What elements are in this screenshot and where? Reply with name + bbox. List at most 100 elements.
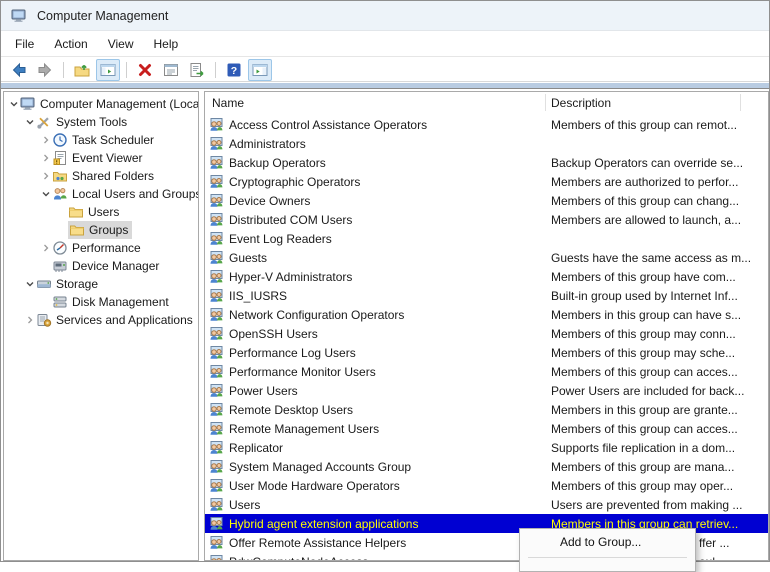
menu-view[interactable]: View — [98, 33, 144, 55]
chevron-expanded-icon[interactable] — [40, 189, 52, 199]
list-item-network-configuration-operators[interactable]: Network Configuration OperatorsMembers i… — [205, 305, 768, 324]
help-icon: ? — [225, 61, 243, 79]
tree-item-local-users-and-groups[interactable]: Local Users and Groups — [4, 185, 198, 203]
column-divider[interactable] — [740, 94, 741, 111]
up-folder-button[interactable] — [70, 59, 94, 81]
show-action-pane-icon — [251, 61, 269, 79]
column-divider[interactable] — [545, 94, 546, 111]
chevron-expanded-icon[interactable] — [24, 279, 36, 289]
menu-help[interactable]: Help — [144, 33, 189, 55]
delete-button[interactable] — [133, 59, 157, 81]
chevron-collapsed-icon[interactable] — [40, 171, 52, 181]
chevron-expanded-icon[interactable] — [24, 117, 36, 127]
group-icon — [208, 174, 224, 190]
group-description: Members of this group may conn... — [551, 327, 736, 341]
export-list-button[interactable] — [185, 59, 209, 81]
column-header-name[interactable]: Name — [205, 96, 545, 110]
group-icon — [208, 307, 224, 323]
chevron-collapsed-icon[interactable] — [40, 135, 52, 145]
computer-management-window: { "window": { "title": "Computer Managem… — [0, 0, 770, 562]
window-title: Computer Management — [37, 9, 168, 23]
tree-item-services-and-applications[interactable]: Services and Applications — [4, 311, 198, 329]
delete-icon — [136, 61, 154, 79]
chevron-expanded-icon[interactable] — [8, 99, 20, 109]
back-icon — [10, 61, 28, 79]
tree-item-groups[interactable]: Groups — [4, 221, 198, 239]
forward-button[interactable] — [33, 59, 57, 81]
group-icon — [208, 459, 224, 475]
group-icon — [208, 155, 224, 171]
list-item-openssh-users[interactable]: OpenSSH UsersMembers of this group may c… — [205, 324, 768, 343]
list-item-performance-monitor-users[interactable]: Performance Monitor UsersMembers of this… — [205, 362, 768, 381]
group-name: Hybrid agent extension applications — [229, 517, 418, 531]
group-name: Offer Remote Assistance Helpers — [229, 536, 406, 550]
help-button[interactable]: ? — [222, 59, 246, 81]
show-console-tree-icon — [99, 61, 117, 79]
storage-icon — [36, 276, 52, 292]
tree-item-system-tools[interactable]: System Tools — [4, 113, 198, 131]
list-item-access-control-assistance-operators[interactable]: Access Control Assistance OperatorsMembe… — [205, 115, 768, 134]
tree-item-task-scheduler[interactable]: Task Scheduler — [4, 131, 198, 149]
list-item-event-log-readers[interactable]: Event Log Readers — [205, 229, 768, 248]
list-item-administrators[interactable]: Administrators — [205, 134, 768, 153]
list-item-power-users[interactable]: Power UsersPower Users are included for … — [205, 381, 768, 400]
list-item-system-managed-accounts-group[interactable]: System Managed Accounts GroupMembers of … — [205, 457, 768, 476]
tree-item-disk-management[interactable]: Disk Management — [4, 293, 198, 311]
group-name: Administrators — [229, 137, 306, 151]
tree-item-label: Storage — [56, 277, 98, 291]
list-item-guests[interactable]: GuestsGuests have the same access as m..… — [205, 248, 768, 267]
group-icon — [208, 497, 224, 513]
back-button[interactable] — [7, 59, 31, 81]
show-console-tree-button[interactable] — [96, 59, 120, 81]
group-description: Members are authorized to perfor... — [551, 175, 738, 189]
list-item-replicator[interactable]: ReplicatorSupports file replication in a… — [205, 438, 768, 457]
column-header-description[interactable]: Description — [545, 96, 768, 110]
list-item-iis-iusrs[interactable]: IIS_IUSRSBuilt-in group used by Internet… — [205, 286, 768, 305]
tree-item-computer-management-local[interactable]: Computer Management (Local — [4, 95, 198, 113]
list-item-backup-operators[interactable]: Backup OperatorsBackup Operators can ove… — [205, 153, 768, 172]
chevron-collapsed-icon[interactable] — [24, 315, 36, 325]
group-name: PdwComputeNodeAccess — [229, 555, 368, 561]
group-name: Distributed COM Users — [229, 213, 352, 227]
list-item-remote-desktop-users[interactable]: Remote Desktop UsersMembers in this grou… — [205, 400, 768, 419]
title-bar[interactable]: Computer Management — [1, 1, 769, 31]
group-icon — [208, 345, 224, 361]
group-icon — [208, 117, 224, 133]
disk-management-icon — [52, 294, 68, 310]
tree-item-event-viewer[interactable]: Event Viewer — [4, 149, 198, 167]
group-name: Replicator — [229, 441, 283, 455]
chevron-collapsed-icon[interactable] — [40, 243, 52, 253]
svg-text:?: ? — [231, 65, 237, 77]
group-icon — [208, 402, 224, 418]
tree-item-label: Computer Management (Local — [40, 97, 199, 111]
task-scheduler-icon — [52, 132, 68, 148]
list-item-users[interactable]: UsersUsers are prevented from making ... — [205, 495, 768, 514]
list-item-hyper-v-administrators[interactable]: Hyper-V AdministratorsMembers of this gr… — [205, 267, 768, 286]
list-item-distributed-com-users[interactable]: Distributed COM UsersMembers are allowed… — [205, 210, 768, 229]
tree-item-shared-folders[interactable]: Shared Folders — [4, 167, 198, 185]
menu-file[interactable]: File — [5, 33, 44, 55]
computer-icon — [11, 8, 29, 24]
toolbar-separator — [215, 62, 216, 78]
tree-item-users[interactable]: Users — [4, 203, 198, 221]
console-tree-panel: Computer Management (Local System ToolsTa… — [3, 91, 199, 561]
group-name: Remote Management Users — [229, 422, 379, 436]
list-item-user-mode-hardware-operators[interactable]: User Mode Hardware OperatorsMembers of t… — [205, 476, 768, 495]
group-icon — [208, 269, 224, 285]
menu-action[interactable]: Action — [44, 33, 97, 55]
group-description: Members of this group may sche... — [551, 346, 735, 360]
group-icon — [208, 250, 224, 266]
tree-item-device-manager[interactable]: Device Manager — [4, 257, 198, 275]
list-item-cryptographic-operators[interactable]: Cryptographic OperatorsMembers are autho… — [205, 172, 768, 191]
tree-item-storage[interactable]: Storage — [4, 275, 198, 293]
list-item-remote-management-users[interactable]: Remote Management UsersMembers of this g… — [205, 419, 768, 438]
tree-item-label: Device Manager — [72, 259, 159, 273]
show-action-pane-button[interactable] — [248, 59, 272, 81]
list-item-device-owners[interactable]: Device OwnersMembers of this group can c… — [205, 191, 768, 210]
properties-button[interactable] — [159, 59, 183, 81]
chevron-collapsed-icon[interactable] — [40, 153, 52, 163]
tree-item-performance[interactable]: Performance — [4, 239, 198, 257]
context-menu-item-add-to-group[interactable]: Add to Group... — [520, 529, 695, 555]
group-description: Members in this group are grante... — [551, 403, 738, 417]
list-item-performance-log-users[interactable]: Performance Log UsersMembers of this gro… — [205, 343, 768, 362]
